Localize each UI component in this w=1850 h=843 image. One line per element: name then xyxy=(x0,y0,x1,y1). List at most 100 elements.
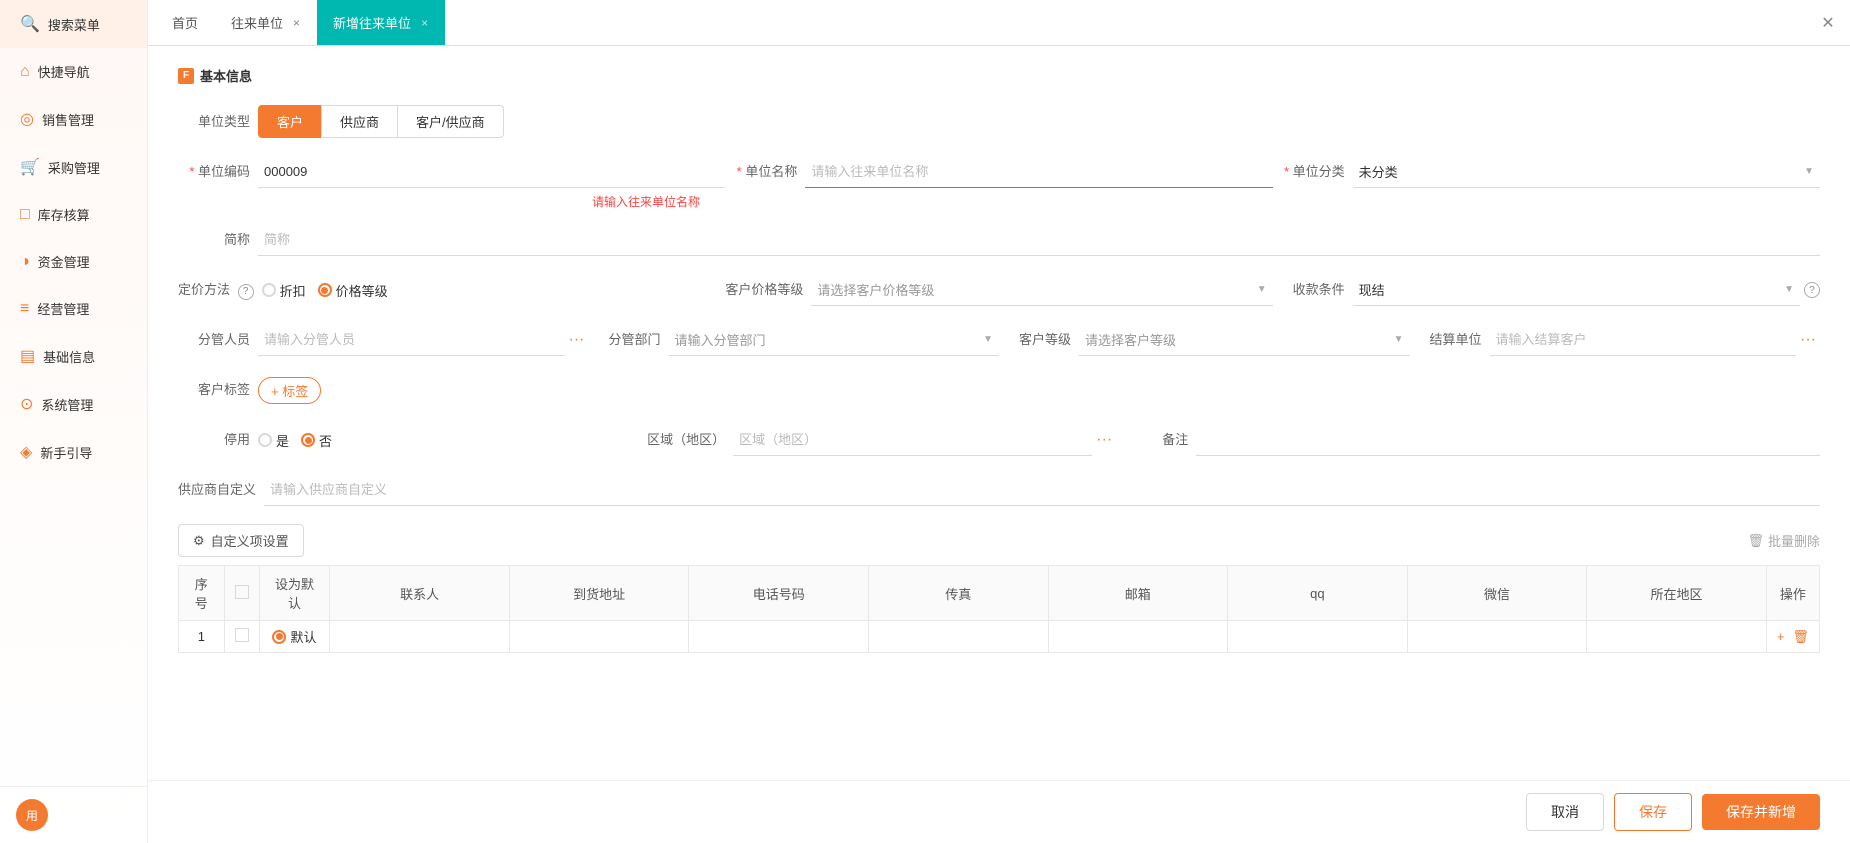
delete-icon: 🗑 xyxy=(1747,533,1764,549)
manager-dots-btn[interactable]: ··· xyxy=(565,331,589,349)
disable-no[interactable]: 否 xyxy=(301,431,332,450)
custom-settings-button[interactable]: ⚙ 自定义项设置 xyxy=(178,524,304,557)
select-all-checkbox[interactable] xyxy=(235,585,249,599)
pricing-discount-label: 折扣 xyxy=(280,281,306,300)
disable-yes[interactable]: 是 xyxy=(258,431,289,450)
pricing-discount[interactable]: 折扣 xyxy=(262,281,306,300)
cell-qq[interactable] xyxy=(1228,621,1408,653)
manager-field: 分管人员 ··· xyxy=(178,324,589,356)
wechat-input[interactable] xyxy=(1418,629,1577,644)
section-title: F 基本信息 xyxy=(178,66,1820,85)
pricing-help-icon[interactable]: ? xyxy=(238,284,254,300)
short-name-field: 简称 xyxy=(178,224,1820,256)
sidebar-item-inventory[interactable]: □ 库存核算 xyxy=(0,191,147,238)
region-label: 区域（地区） xyxy=(647,424,733,456)
payment-terms-select[interactable]: 现结 ▼ xyxy=(1353,274,1800,306)
region-dots-btn[interactable]: ··· xyxy=(1092,431,1116,449)
cell-wechat[interactable] xyxy=(1407,621,1587,653)
pricing-discount-radio[interactable] xyxy=(262,283,276,297)
pricing-level-radio[interactable] xyxy=(318,283,332,297)
unit-name-input[interactable] xyxy=(805,156,1272,188)
add-tag-button[interactable]: + 标签 xyxy=(258,377,321,404)
code-name-category-row: 单位编码 单位名称 单位分类 未分类 ▼ xyxy=(178,156,1820,188)
inventory-icon: □ xyxy=(20,206,30,224)
phone-input[interactable] xyxy=(699,629,858,644)
unit-name-error: 请输入往来单位名称 xyxy=(592,193,700,210)
sidebar-item-system[interactable]: ⊙ 系统管理 xyxy=(0,380,147,428)
settlement-dots-btn[interactable]: ··· xyxy=(1796,331,1820,349)
save-button[interactable]: 保存 xyxy=(1614,793,1692,831)
cell-region[interactable] xyxy=(1587,621,1767,653)
disable-radio-group: 是 否 xyxy=(258,431,332,450)
contact-input[interactable] xyxy=(340,629,499,644)
unit-btn-supplier[interactable]: 供应商 xyxy=(321,105,398,138)
sidebar-search[interactable]: 🔍 搜索菜单 xyxy=(0,0,147,48)
qq-input[interactable] xyxy=(1238,629,1397,644)
save-new-button[interactable]: 保存并新增 xyxy=(1702,794,1820,830)
short-name-row: 简称 xyxy=(178,224,1820,256)
supplier-custom-input[interactable] xyxy=(264,474,1820,506)
cell-phone[interactable] xyxy=(689,621,869,653)
region-input[interactable] xyxy=(733,424,1092,456)
finance-icon: ◑ xyxy=(20,253,30,271)
disable-yes-radio[interactable] xyxy=(258,433,272,447)
cell-contact[interactable] xyxy=(330,621,510,653)
address-input[interactable] xyxy=(520,629,679,644)
sidebar-item-quick-nav[interactable]: ⌂ 快捷导航 xyxy=(0,48,147,95)
unit-code-input[interactable] xyxy=(258,156,725,188)
cell-default: 默认 xyxy=(259,621,330,653)
dept-label: 分管部门 xyxy=(589,324,669,356)
pricing-label: 定价方法 ? xyxy=(178,274,262,306)
section-icon: F xyxy=(178,68,194,84)
unit-category-select[interactable]: 未分类 ▼ xyxy=(1353,156,1820,188)
sidebar-item-operations[interactable]: ≡ 经营管理 xyxy=(0,285,147,332)
batch-delete-button[interactable]: 🗑 批量删除 xyxy=(1747,531,1820,550)
sidebar-item-purchase[interactable]: 🛒 采购管理 xyxy=(0,143,147,191)
add-row-button[interactable]: + xyxy=(1777,629,1785,645)
tab-home[interactable]: 首页 xyxy=(156,0,215,45)
customer-level-select[interactable]: 请选择客户等级 ▼ xyxy=(1079,324,1410,356)
disable-no-radio[interactable] xyxy=(301,433,315,447)
window-close-button[interactable]: ✕ xyxy=(1814,9,1842,37)
cell-address[interactable] xyxy=(509,621,689,653)
add-tag-label: + 标签 xyxy=(271,381,308,400)
unit-btn-customer[interactable]: 客户 xyxy=(258,105,322,138)
tab-partner-list-close[interactable]: × xyxy=(293,16,300,30)
cell-seq: 1 xyxy=(179,621,225,653)
tab-new-partner-close[interactable]: × xyxy=(421,16,428,30)
tags-field: 客户标签 + 标签 xyxy=(178,374,1820,406)
unit-type-buttons: 客户 供应商 客户/供应商 xyxy=(258,105,504,138)
unit-category-label: 单位分类 xyxy=(1273,156,1353,188)
manager-input[interactable] xyxy=(258,324,565,356)
settlement-unit-field: 结算单位 ··· xyxy=(1410,324,1821,356)
sidebar-item-basic-info[interactable]: ▤ 基础信息 xyxy=(0,332,147,380)
cell-email[interactable] xyxy=(1048,621,1228,653)
dept-select[interactable]: 请输入分管部门 ▼ xyxy=(669,324,1000,356)
col-checkbox xyxy=(224,566,259,621)
customer-price-level-select[interactable]: 请选择客户价格等级 ▼ xyxy=(811,274,1272,306)
payment-terms-help-icon[interactable]: ? xyxy=(1804,282,1820,298)
tab-partner-list-label: 往来单位 xyxy=(231,13,283,32)
pricing-level[interactable]: 价格等级 xyxy=(318,281,388,300)
region-table-input[interactable] xyxy=(1597,629,1756,644)
fax-input[interactable] xyxy=(879,629,1038,644)
sidebar-item-finance[interactable]: ◑ 资金管理 xyxy=(0,238,147,285)
sidebar-item-sales[interactable]: ◎ 销售管理 xyxy=(0,95,147,143)
supplier-custom-row: 供应商自定义 xyxy=(178,474,1820,506)
short-name-input[interactable] xyxy=(258,224,1820,256)
sidebar-item-guide[interactable]: ◈ 新手引导 xyxy=(0,428,147,476)
row-default-radio[interactable]: 默认 xyxy=(270,627,320,646)
cell-fax[interactable] xyxy=(868,621,1048,653)
pricing-level-label: 价格等级 xyxy=(336,281,388,300)
delete-row-button[interactable]: 🗑 xyxy=(1792,629,1809,645)
form-area: F 基本信息 单位类型 客户 供应商 客户/供应商 单位编码 单位名称 xyxy=(148,46,1850,780)
row-default-radio-circle[interactable] xyxy=(272,630,286,644)
unit-btn-both[interactable]: 客户/供应商 xyxy=(397,105,504,138)
tab-partner-list[interactable]: 往来单位 × xyxy=(215,0,317,45)
tab-new-partner[interactable]: 新增往来单位 × xyxy=(317,0,445,45)
row-checkbox[interactable] xyxy=(235,628,249,642)
email-input[interactable] xyxy=(1059,629,1218,644)
note-input[interactable] xyxy=(1196,424,1820,456)
cancel-button[interactable]: 取消 xyxy=(1526,793,1604,831)
settlement-unit-input[interactable] xyxy=(1490,324,1797,356)
